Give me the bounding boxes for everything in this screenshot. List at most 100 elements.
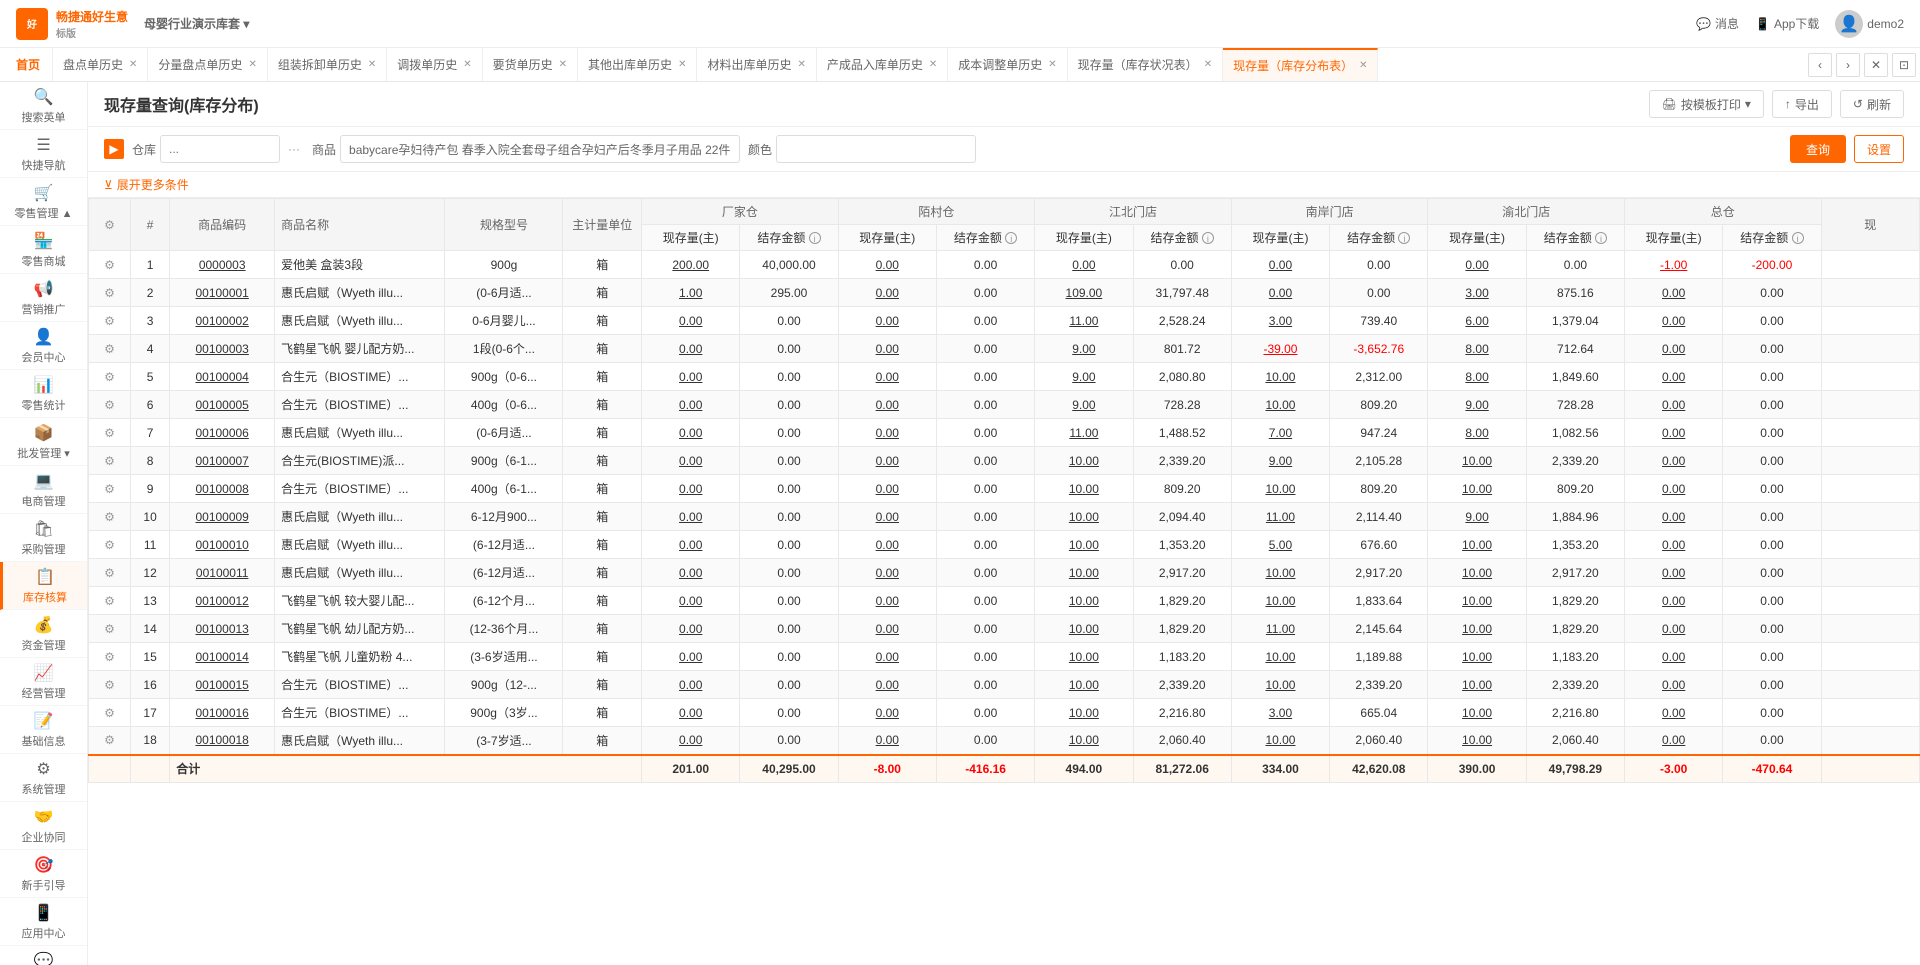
changjia-cur-link[interactable]: 0.00 [679,733,702,747]
row-code-link[interactable]: 00100013 [195,622,248,636]
mucun-cur-link[interactable]: 0.00 [876,622,899,636]
row-code-link[interactable]: 00100008 [195,482,248,496]
nanan-cur-link[interactable]: 10.00 [1265,482,1295,496]
changjia-cur-link[interactable]: 0.00 [679,370,702,384]
jiangbei-cur-link[interactable]: 10.00 [1069,510,1099,524]
row-gear-icon[interactable]: ⚙ [104,286,115,300]
mucun-cur-link[interactable]: 0.00 [876,342,899,356]
yubei-cur-link[interactable]: 10.00 [1462,622,1492,636]
info-icon-3[interactable]: i [1202,232,1214,244]
total-cur-link[interactable]: 0.00 [1662,733,1685,747]
row-gear-icon[interactable]: ⚙ [104,314,115,328]
mucun-cur-link[interactable]: 0.00 [876,566,899,580]
close-zuzhang[interactable]: ✕ [368,59,376,70]
row-code-link[interactable]: 00100014 [195,650,248,664]
total-cur-link[interactable]: 0.00 [1662,314,1685,328]
row-gear[interactable]: ⚙ [89,391,131,419]
mucun-cur-link[interactable]: 0.00 [876,370,899,384]
row-gear-icon[interactable]: ⚙ [104,454,115,468]
changjia-cur-link[interactable]: 0.00 [679,454,702,468]
total-cur-link[interactable]: 0.00 [1662,510,1685,524]
close-fenpandian[interactable]: ✕ [248,59,256,70]
app-download-btn[interactable]: 📱 App下载 [1755,15,1819,32]
row-code-link[interactable]: 00100006 [195,426,248,440]
jiangbei-cur-link[interactable]: 11.00 [1069,314,1098,328]
sidebar-item-operations[interactable]: 📈 经营管理 [0,658,87,706]
yubei-cur-link[interactable]: 10.00 [1462,454,1492,468]
yubei-cur-link[interactable]: 6.00 [1465,314,1488,328]
close-chengpinru[interactable]: ✕ [929,59,937,70]
row-code-link[interactable]: 00100002 [195,314,248,328]
close-kucun-dist[interactable]: ✕ [1359,60,1367,71]
row-gear-icon[interactable]: ⚙ [104,594,115,608]
sidebar-item-guide[interactable]: 🎯 新手引导 [0,850,87,898]
yubei-cur-link[interactable]: 0.00 [1465,258,1488,272]
tab-zuzhang[interactable]: 组装拆卸单历史 ✕ [268,48,387,82]
row-gear-icon[interactable]: ⚙ [104,426,115,440]
mucun-cur-link[interactable]: 0.00 [876,650,899,664]
yubei-cur-link[interactable]: 8.00 [1465,370,1488,384]
info-icon-1[interactable]: i [809,232,821,244]
tab-home[interactable]: 首页 [4,48,53,82]
row-gear-icon[interactable]: ⚙ [104,733,115,747]
close-pandian[interactable]: ✕ [129,59,137,70]
nanan-cur-link[interactable]: 0.00 [1269,258,1292,272]
nanan-cur-link[interactable]: 3.00 [1269,314,1292,328]
export-btn[interactable]: ↑ 导出 [1772,90,1832,118]
nanan-cur-link[interactable]: 10.00 [1265,650,1295,664]
nanan-cur-link[interactable]: 10.00 [1265,594,1295,608]
query-btn[interactable]: 查询 [1790,135,1846,163]
row-gear[interactable]: ⚙ [89,727,131,755]
row-gear-icon[interactable]: ⚙ [104,342,115,356]
info-icon-4[interactable]: i [1398,232,1410,244]
sidebar-item-retail-shop[interactable]: 🏪 零售商城 [0,226,87,274]
row-code-link[interactable]: 00100016 [195,706,248,720]
nanan-cur-link[interactable]: 9.00 [1269,454,1292,468]
changjia-cur-link[interactable]: 0.00 [679,510,702,524]
changjia-cur-link[interactable]: 0.00 [679,566,702,580]
filter-toggle-btn[interactable]: ▶ [104,139,124,159]
nanan-cur-link[interactable]: 10.00 [1265,398,1295,412]
sidebar-item-retail-stats[interactable]: 📊 零售统计 [0,370,87,418]
changjia-cur-link[interactable]: 0.00 [679,538,702,552]
yubei-cur-link[interactable]: 10.00 [1462,650,1492,664]
row-gear[interactable]: ⚙ [89,335,131,363]
row-code-link[interactable]: 00100004 [195,370,248,384]
warehouse-dots[interactable]: ··· [284,142,304,156]
sidebar-item-retail-manage[interactable]: 🛒 零售管理 ▲ [0,178,87,226]
row-code-link[interactable]: 00100001 [195,286,248,300]
tab-diaob[interactable]: 调拨单历史 ✕ [387,48,482,82]
nanan-cur-link[interactable]: 10.00 [1265,370,1295,384]
jiangbei-cur-link[interactable]: 10.00 [1069,678,1099,692]
row-code-link[interactable]: 00100009 [195,510,248,524]
jiangbei-cur-link[interactable]: 11.00 [1069,426,1098,440]
sidebar-item-enterprise[interactable]: 🤝 企业协同 [0,802,87,850]
row-gear-icon[interactable]: ⚙ [104,678,115,692]
nanan-cur-link[interactable]: 11.00 [1266,622,1295,636]
row-gear-icon[interactable]: ⚙ [104,622,115,636]
nanan-cur-link[interactable]: 10.00 [1265,733,1295,747]
nanan-cur-link[interactable]: 3.00 [1269,706,1292,720]
yubei-cur-link[interactable]: 10.00 [1462,538,1492,552]
sidebar-item-nav[interactable]: ☰ 快捷导航 [0,130,87,178]
close-cailiaochu[interactable]: ✕ [797,59,805,70]
row-gear[interactable]: ⚙ [89,699,131,727]
sidebar-item-base-info[interactable]: 📝 基础信息 [0,706,87,754]
total-cur-link[interactable]: 0.00 [1662,286,1685,300]
sidebar-item-apps[interactable]: 📱 应用中心 [0,898,87,946]
tab-prev-btn[interactable]: ‹ [1808,53,1832,77]
row-gear[interactable]: ⚙ [89,447,131,475]
tab-fenpandian[interactable]: 分量盘点单历史 ✕ [148,48,267,82]
close-kucun-status[interactable]: ✕ [1204,59,1212,70]
row-code-link[interactable]: 0000003 [199,258,246,272]
total-cur-link[interactable]: 0.00 [1662,622,1685,636]
changjia-cur-link[interactable]: 0.00 [679,398,702,412]
nanan-cur-link[interactable]: 0.00 [1269,286,1292,300]
mucun-cur-link[interactable]: 0.00 [876,258,899,272]
info-icon-2[interactable]: i [1005,232,1017,244]
changjia-cur-link[interactable]: 0.00 [679,426,702,440]
total-cur-link[interactable]: 0.00 [1662,706,1685,720]
row-gear-icon[interactable]: ⚙ [104,510,115,524]
changjia-cur-link[interactable]: 0.00 [679,650,702,664]
changjia-cur-link[interactable]: 0.00 [679,594,702,608]
